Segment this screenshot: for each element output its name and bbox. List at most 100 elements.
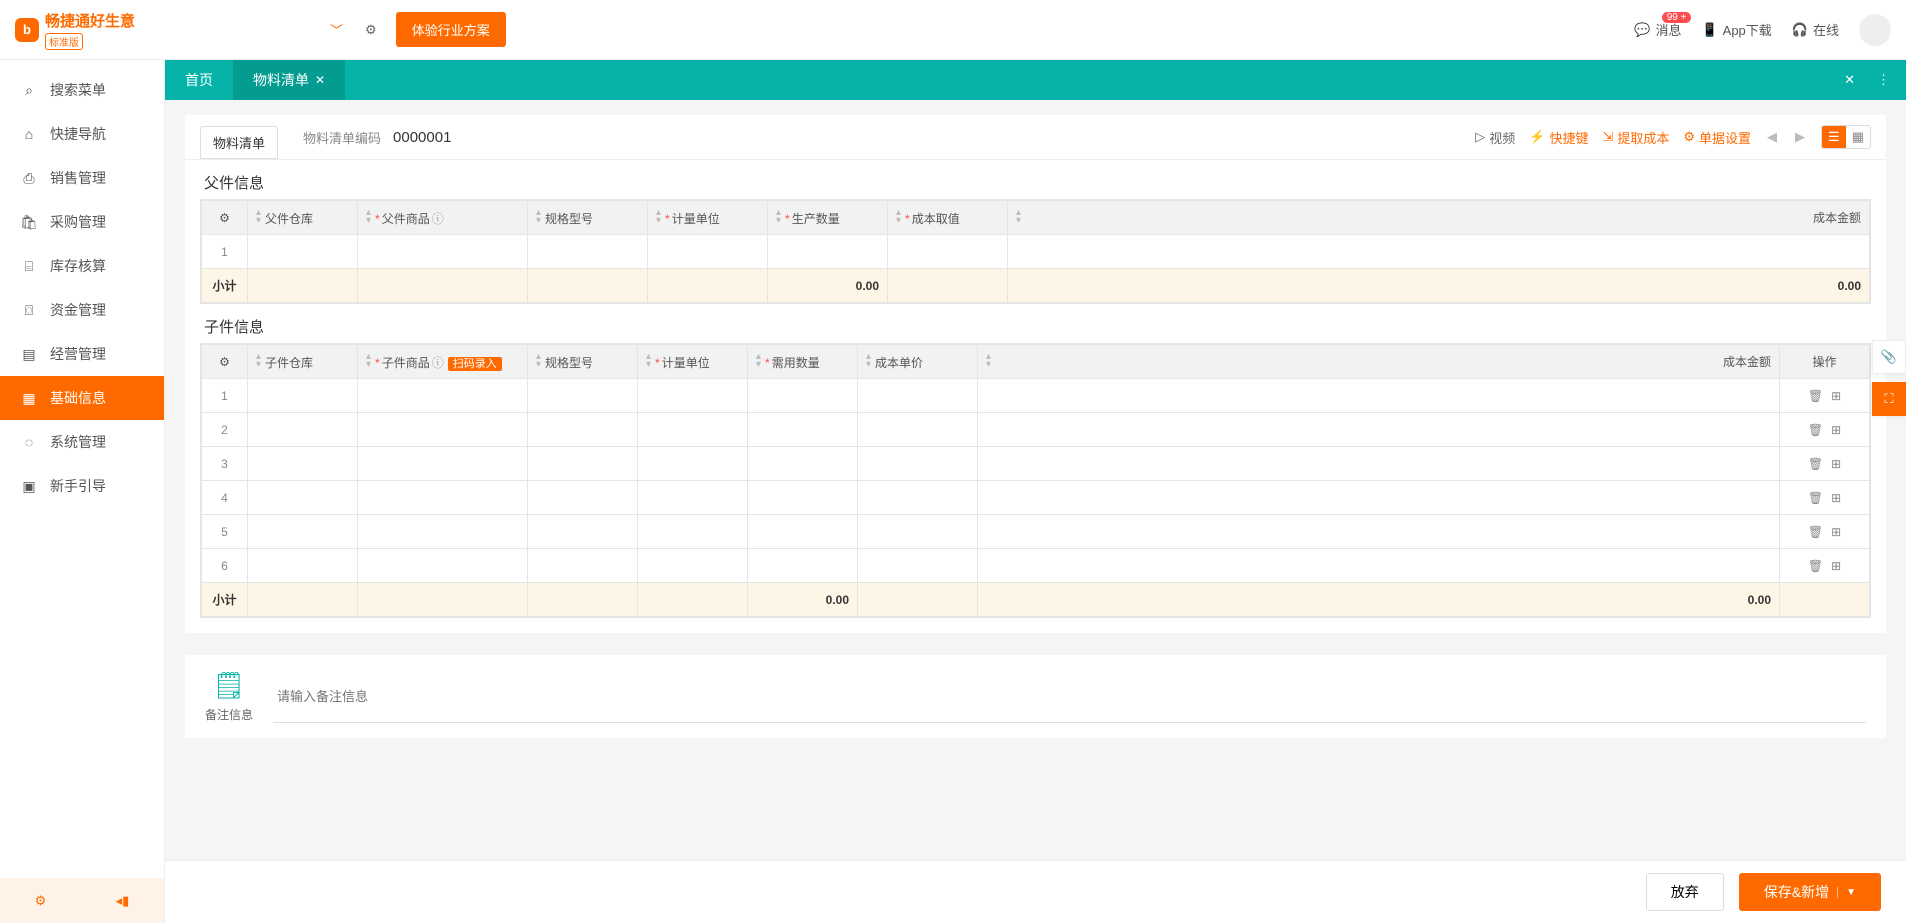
app-download-button[interactable]: 📱 App下载 [1701,20,1771,39]
gear-icon[interactable]: ⚙ [219,211,230,225]
remark-input[interactable] [273,670,1866,723]
sidebar-collapse-icon[interactable]: ◂▮ [116,893,130,909]
sidebar-item-0[interactable]: ⌕ 搜索菜单 [0,68,164,112]
add-row-icon[interactable]: ⊞ [1831,491,1841,505]
col-child-warehouse[interactable]: ▴▾子件仓库 [248,345,358,379]
add-row-icon[interactable]: ⊞ [1831,559,1841,573]
tabs-more-icon[interactable]: ⋮ [1871,70,1896,90]
tab-bom[interactable]: 物料清单 ✕ [233,60,345,100]
delete-row-icon[interactable]: 🗑 [1808,423,1823,437]
sidebar-item-label: 系统管理 [50,432,106,452]
sidebar-item-7[interactable]: ▦ 基础信息 [0,376,164,420]
sidebar-icon: ⌕ [20,82,38,99]
col-parent-cost-take[interactable]: ▴▾*成本取值 [888,201,1008,235]
col-child-spec[interactable]: ▴▾规格型号 [528,345,638,379]
sidebar-item-label: 库存核算 [50,256,106,276]
messages-button[interactable]: 💬 消息 99 + [1634,20,1681,39]
sidebar-icon: ▦ [20,390,38,407]
delete-row-icon[interactable]: 🗑 [1808,389,1823,403]
add-row-icon[interactable]: ⊞ [1831,423,1841,437]
add-row-icon[interactable]: ⊞ [1831,389,1841,403]
add-row-icon[interactable]: ⊞ [1831,525,1841,539]
col-parent-product[interactable]: ▴▾*父件商品ⓘ [358,201,528,235]
sidebar-item-2[interactable]: ⎙销售管理 [0,156,164,200]
col-parent-cost-amt[interactable]: ▴▾成本金额 [1008,201,1870,235]
video-button[interactable]: ▷ 视频 [1475,128,1515,147]
save-and-new-button[interactable]: 保存&新增 ▼ [1739,873,1881,911]
sidebar-item-9[interactable]: ▣新手引导 [0,464,164,508]
add-row-icon[interactable]: ⊞ [1831,457,1841,471]
info-icon: ⓘ [432,356,444,370]
shortcut-button[interactable]: ⚡ 快捷键 [1529,128,1588,147]
tabs-bar: 首页 物料清单 ✕ ✕ ⋮ [165,60,1906,100]
child-row[interactable]: 6🗑⊞ [202,549,1870,583]
user-avatar[interactable] [1859,14,1891,46]
trial-button[interactable]: 体验行业方案 [396,12,506,47]
app-download-label: App下载 [1723,20,1772,39]
delete-row-icon[interactable]: 🗑 [1808,559,1823,573]
extract-cost-button[interactable]: ⇲ 提取成本 [1602,128,1669,147]
discard-button[interactable]: 放弃 [1646,873,1724,911]
close-icon[interactable]: ✕ [315,73,325,87]
online-support-button[interactable]: 🎧 在线 [1792,20,1839,39]
extract-icon: ⇲ [1602,129,1613,145]
delete-row-icon[interactable]: 🗑 [1808,457,1823,471]
panel-tab-bom[interactable]: 物料清单 [200,126,278,159]
sidebar-item-4[interactable]: ⌸库存核算 [0,244,164,288]
parent-row[interactable]: 1 [202,235,1870,269]
delete-row-icon[interactable]: 🗑 [1808,525,1823,539]
col-child-uom[interactable]: ▴▾*计量单位 [638,345,748,379]
col-parent-qty[interactable]: ▴▾*生产数量 [768,201,888,235]
delete-row-icon[interactable]: 🗑 [1808,491,1823,505]
view-list-icon[interactable]: ☰ [1822,126,1846,148]
col-parent-uom[interactable]: ▴▾*计量单位 [648,201,768,235]
fullscreen-icon[interactable]: ⛶ [1872,382,1906,416]
sidebar-icon: 🛍 [20,214,38,231]
col-parent-spec[interactable]: ▴▾规格型号 [528,201,648,235]
sidebar-icon: ◌ [20,434,38,450]
gear-icon[interactable]: ⚙ [219,355,230,369]
col-child-product[interactable]: ▴▾*子件商品ⓘ扫码录入 [358,345,528,379]
col-parent-warehouse[interactable]: ▴▾父件仓库 [248,201,358,235]
tabs-close-all-icon[interactable]: ✕ [1838,70,1861,90]
child-row[interactable]: 1🗑⊞ [202,379,1870,413]
col-child-unit-cost[interactable]: ▴▾成本单价 [858,345,978,379]
sidebar-item-label: 搜索菜单 [50,80,106,100]
attachment-icon[interactable]: 📎 [1872,340,1906,374]
parent-subtotal-qty: 0.00 [768,269,888,303]
org-selector[interactable]: ﹀ [195,16,353,43]
sidebar-icon: ⎙ [20,170,38,187]
sidebar-item-5[interactable]: ⌼资金管理 [0,288,164,332]
doc-settings-button[interactable]: ⚙ 单据设置 [1683,128,1751,147]
prev-record-icon[interactable]: ◀ [1765,129,1779,145]
child-subtotal-qty: 0.00 [748,583,858,617]
gear-icon[interactable]: ⚙ [361,18,381,42]
sidebar-item-label: 基础信息 [50,388,106,408]
child-row[interactable]: 2🗑⊞ [202,413,1870,447]
tab-bom-label: 物料清单 [253,70,309,90]
tab-home[interactable]: 首页 [165,60,233,100]
settings-icon: ⚙ [1683,129,1695,145]
col-child-qty[interactable]: ▴▾*需用数量 [748,345,858,379]
child-row[interactable]: 4🗑⊞ [202,481,1870,515]
sidebar-item-3[interactable]: 🛍采购管理 [0,200,164,244]
col-child-op: 操作 [1780,345,1870,379]
chevron-down-icon[interactable]: ▼ [1837,887,1856,898]
sidebar-item-8[interactable]: ◌ 系统管理 [0,420,164,464]
phone-icon: 📱 [1701,22,1717,38]
next-record-icon[interactable]: ▶ [1793,129,1807,145]
scan-input-badge[interactable]: 扫码录入 [448,357,502,371]
sidebar-item-6[interactable]: ▤经营管理 [0,332,164,376]
child-row[interactable]: 5🗑⊞ [202,515,1870,549]
sidebar-item-label: 经营管理 [50,344,106,364]
parent-table: ⚙ ▴▾父件仓库 ▴▾*父件商品ⓘ ▴▾规格型号 ▴▾*计量单位 ▴▾*生产数量… [200,199,1871,304]
view-card-icon[interactable]: ▦ [1846,126,1870,148]
sidebar-item-1[interactable]: ⌂快捷导航 [0,112,164,156]
sidebar-settings-icon[interactable]: ⚙ [35,893,47,909]
online-label: 在线 [1813,20,1839,39]
remark-label: 备注信息 [205,706,253,723]
video-label: 视频 [1489,128,1515,147]
col-child-cost-amt[interactable]: ▴▾成本金额 [978,345,1780,379]
sidebar-icon: ▣ [20,478,38,495]
child-row[interactable]: 3🗑⊞ [202,447,1870,481]
